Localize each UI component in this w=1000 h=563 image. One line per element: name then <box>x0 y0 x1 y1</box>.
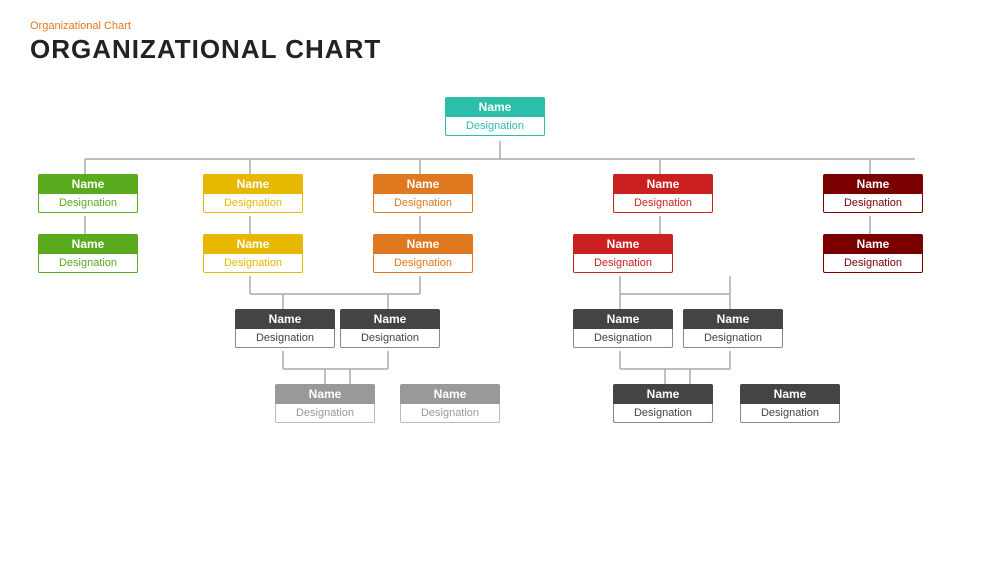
node-l2-3: Name Designation <box>573 234 673 273</box>
node-l1-4-name: Name <box>823 174 923 194</box>
chart-area: Name Designation Name Designation Name D… <box>30 79 970 529</box>
main-title: ORGANIZATIONAL CHART <box>30 34 970 65</box>
node-l1-3-desig: Designation <box>613 194 713 213</box>
node-l1-4-desig: Designation <box>823 194 923 213</box>
subtitle: Organizational Chart <box>30 20 970 32</box>
node-l4-3-name: Name <box>740 384 840 404</box>
node-l1-1: Name Designation <box>203 174 303 213</box>
node-l4-2: Name Designation <box>613 384 713 423</box>
node-l1-1-name: Name <box>203 174 303 194</box>
node-l2-4-desig: Designation <box>823 254 923 273</box>
node-l1-0-name: Name <box>38 174 138 194</box>
node-l2-0: Name Designation <box>38 234 138 273</box>
node-l3-3: Name Designation <box>683 309 783 348</box>
node-l2-1-name: Name <box>203 234 303 254</box>
node-l1-3-name: Name <box>613 174 713 194</box>
node-l3-3-name: Name <box>683 309 783 329</box>
page: Organizational Chart ORGANIZATIONAL CHAR… <box>0 0 1000 563</box>
node-l1-1-desig: Designation <box>203 194 303 213</box>
node-l3-1: Name Designation <box>340 309 440 348</box>
node-l4-1-name: Name <box>400 384 500 404</box>
node-l4-1: Name Designation <box>400 384 500 423</box>
node-l1-2-name: Name <box>373 174 473 194</box>
node-l2-2-name: Name <box>373 234 473 254</box>
node-l3-0: Name Designation <box>235 309 335 348</box>
node-l4-2-desig: Designation <box>613 404 713 423</box>
node-l2-3-desig: Designation <box>573 254 673 273</box>
node-l4-2-name: Name <box>613 384 713 404</box>
node-l1-3: Name Designation <box>613 174 713 213</box>
node-l1-2-desig: Designation <box>373 194 473 213</box>
node-l2-0-desig: Designation <box>38 254 138 273</box>
node-l4-1-desig: Designation <box>400 404 500 423</box>
node-l4-3: Name Designation <box>740 384 840 423</box>
connectors-svg <box>30 79 970 529</box>
node-l2-2-desig: Designation <box>373 254 473 273</box>
node-l1-0-desig: Designation <box>38 194 138 213</box>
node-l3-2-desig: Designation <box>573 329 673 348</box>
node-l3-2: Name Designation <box>573 309 673 348</box>
node-l4-0-name: Name <box>275 384 375 404</box>
node-root-name: Name <box>445 97 545 117</box>
node-l2-4-name: Name <box>823 234 923 254</box>
node-l3-1-name: Name <box>340 309 440 329</box>
node-l4-3-desig: Designation <box>740 404 840 423</box>
node-l2-2: Name Designation <box>373 234 473 273</box>
node-l1-0: Name Designation <box>38 174 138 213</box>
node-l1-4: Name Designation <box>823 174 923 213</box>
node-l3-3-desig: Designation <box>683 329 783 348</box>
node-l3-0-name: Name <box>235 309 335 329</box>
node-l2-1-desig: Designation <box>203 254 303 273</box>
node-root: Name Designation <box>445 97 545 136</box>
node-l2-0-name: Name <box>38 234 138 254</box>
node-l1-2: Name Designation <box>373 174 473 213</box>
node-l3-0-desig: Designation <box>235 329 335 348</box>
node-l4-0-desig: Designation <box>275 404 375 423</box>
node-root-designation: Designation <box>445 117 545 136</box>
node-l4-0: Name Designation <box>275 384 375 423</box>
node-l2-4: Name Designation <box>823 234 923 273</box>
node-l2-1: Name Designation <box>203 234 303 273</box>
node-l3-1-desig: Designation <box>340 329 440 348</box>
node-l3-2-name: Name <box>573 309 673 329</box>
node-l2-3-name: Name <box>573 234 673 254</box>
